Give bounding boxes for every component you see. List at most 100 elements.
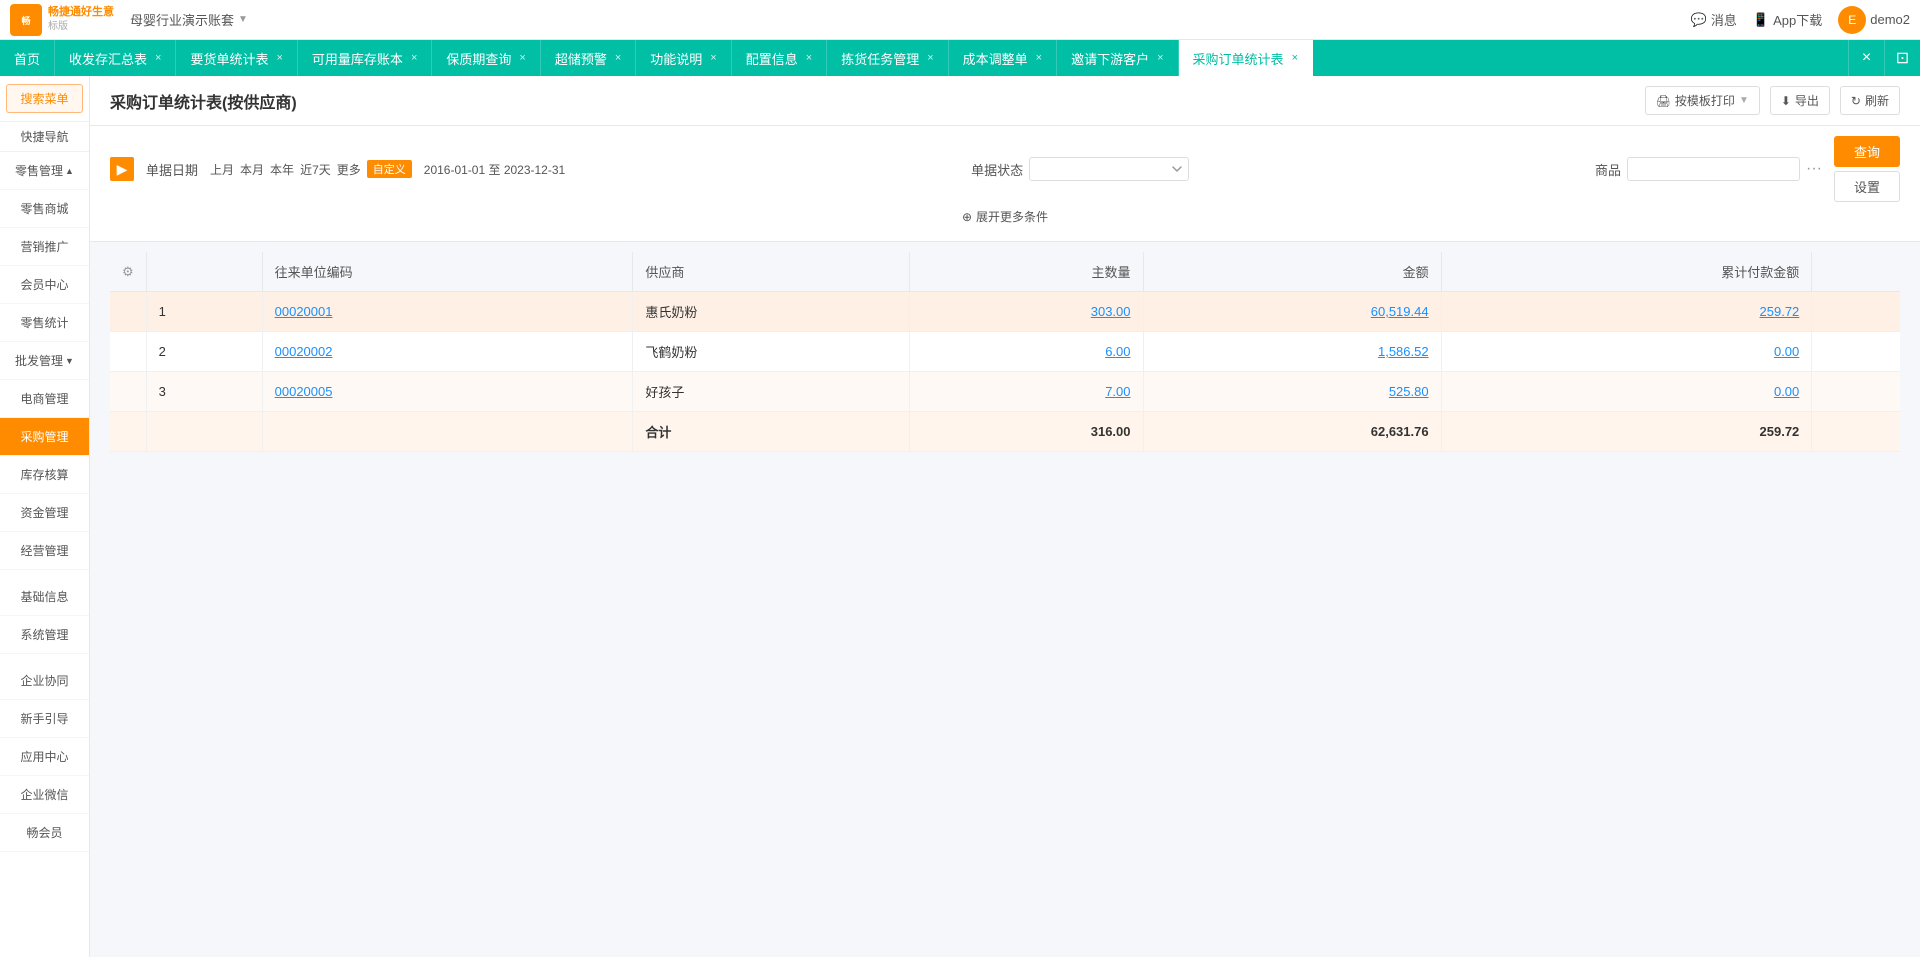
sidebar-item-member[interactable]: 畅会员 — [0, 814, 89, 852]
date-shortcut-this-year[interactable]: 本年 — [270, 161, 294, 178]
tab-function-desc-label: 功能说明 — [650, 49, 702, 68]
query-button[interactable]: 查询 — [1834, 136, 1900, 167]
workspace-selector[interactable]: 母婴行业演示账套 ▼ — [122, 10, 256, 29]
goods-more-icon[interactable]: ··· — [1806, 160, 1822, 178]
date-shortcut-last-month[interactable]: 上月 — [210, 161, 234, 178]
quick-nav-button[interactable]: 快捷导航 — [0, 122, 89, 152]
tab-picking-task[interactable]: 拣货任务管理 × — [827, 40, 948, 76]
unit-code-link-2[interactable]: 00020002 — [275, 344, 333, 359]
tab-config-info[interactable]: 配置信息 × — [732, 40, 827, 76]
sidebar-item-app-center[interactable]: 应用中心 — [0, 738, 89, 776]
main-qty-link-3[interactable]: 7.00 — [1105, 384, 1130, 399]
app-download-button[interactable]: 📱 App下载 — [1753, 10, 1822, 29]
unit-code-link-3[interactable]: 00020005 — [275, 384, 333, 399]
sidebar-item-wholesale-management[interactable]: 批发管理 ▼ — [0, 342, 89, 380]
tab-home[interactable]: 首页 — [0, 40, 55, 76]
filter-toggle-button[interactable]: ▶ — [110, 157, 134, 181]
paid-amount-link-3[interactable]: 0.00 — [1774, 384, 1799, 399]
th-amount: 金额 — [1143, 252, 1441, 292]
row-index: 3 — [146, 372, 262, 412]
sidebar-item-member-center[interactable]: 会员中心 — [0, 266, 89, 304]
sidebar-item-retail-mall-label: 零售商城 — [20, 202, 68, 216]
tab-purchase-order-summary[interactable]: 采购订单统计表 × — [1179, 40, 1313, 76]
sidebar-item-fund-management[interactable]: 资金管理 — [0, 494, 89, 532]
search-menu-button[interactable]: 搜索菜单 — [6, 84, 83, 113]
logo-subtext: 标版 — [48, 20, 114, 33]
sidebar-item-inventory-check[interactable]: 库存核算 — [0, 456, 89, 494]
sidebar: 搜索菜单 快捷导航 零售管理 ▲ 零售商城 营销推广 会员中心 零售统计 批发管… — [0, 76, 90, 957]
messages-label: 消息 — [1711, 10, 1737, 29]
row-empty — [1812, 292, 1900, 332]
tab-expiry-query[interactable]: 保质期查询 × — [432, 40, 540, 76]
th-paid-amount: 累计付款金额 — [1441, 252, 1812, 292]
main-qty-link-2[interactable]: 6.00 — [1105, 344, 1130, 359]
expand-more-button[interactable]: ⊕ 展开更多条件 — [110, 202, 1900, 231]
th-unit-code: 往来单位编码 — [262, 252, 633, 292]
export-button[interactable]: ⬇ 导出 — [1770, 86, 1830, 115]
tab-overstock[interactable]: 超储预警 × — [541, 40, 636, 76]
date-custom-tag[interactable]: 自定义 — [367, 160, 412, 178]
sidebar-item-app-center-label: 应用中心 — [20, 750, 68, 764]
tab-cost-adjust-label: 成本调整单 — [963, 49, 1028, 68]
row-amount: 1,586.52 — [1143, 332, 1441, 372]
sidebar-item-ecommerce[interactable]: 电商管理 — [0, 380, 89, 418]
row-main-qty: 7.00 — [910, 372, 1143, 412]
sidebar-item-basic-info[interactable]: 基础信息 — [0, 578, 89, 616]
table-row: 1 00020001 惠氏奶粉 303.00 60,519.44 259.72 — [110, 292, 1900, 332]
sidebar-item-system-management[interactable]: 系统管理 — [0, 616, 89, 654]
sidebar-search-area: 搜索菜单 — [0, 76, 89, 122]
amount-link[interactable]: 60,519.44 — [1371, 304, 1429, 319]
content-area: 采购订单统计表(按供应商) 🖨 按模板打印 ▼ ⬇ 导出 ↻ 刷新 — [90, 76, 1920, 957]
tab-picking-task-close[interactable]: × — [927, 53, 933, 64]
sidebar-item-marketing[interactable]: 营销推广 — [0, 228, 89, 266]
tab-order-summary-close[interactable]: × — [276, 53, 282, 64]
sidebar-item-enterprise-collab[interactable]: 企业协同 — [0, 662, 89, 700]
tab-invite-downstream[interactable]: 邀请下游客户 × — [1057, 40, 1178, 76]
tab-function-desc[interactable]: 功能说明 × — [636, 40, 731, 76]
tab-order-summary[interactable]: 要货单统计表 × — [176, 40, 297, 76]
tab-cost-adjust[interactable]: 成本调整单 × — [949, 40, 1057, 76]
date-shortcut-more[interactable]: 更多 — [337, 161, 361, 178]
paid-amount-link[interactable]: 259.72 — [1760, 304, 1800, 319]
tab-invite-downstream-close[interactable]: × — [1157, 53, 1163, 64]
sidebar-item-new-guide[interactable]: 新手引导 — [0, 700, 89, 738]
tab-inventory-book-close[interactable]: × — [411, 53, 417, 64]
goods-input[interactable] — [1627, 157, 1800, 181]
sidebar-item-operations[interactable]: 经营管理 — [0, 532, 89, 570]
tab-receive-summary-close[interactable]: × — [155, 53, 161, 64]
tab-overstock-close[interactable]: × — [615, 53, 621, 64]
date-shortcut-7days[interactable]: 近7天 — [300, 161, 331, 178]
nav-close-all-button[interactable]: × — [1848, 40, 1884, 76]
print-button[interactable]: 🖨 按模板打印 ▼ — [1645, 86, 1760, 115]
tab-inventory-book[interactable]: 可用量库存账本 × — [298, 40, 432, 76]
tab-receive-summary[interactable]: 收发存汇总表 × — [55, 40, 176, 76]
sidebar-item-enterprise-wechat[interactable]: 企业微信 — [0, 776, 89, 814]
main-qty-link[interactable]: 303.00 — [1091, 304, 1131, 319]
sidebar-item-retail-stats[interactable]: 零售统计 — [0, 304, 89, 342]
tab-purchase-order-summary-close[interactable]: × — [1292, 53, 1298, 64]
tab-expiry-query-close[interactable]: × — [519, 53, 525, 64]
sidebar-item-purchase-management[interactable]: 采购管理 — [0, 418, 89, 456]
tab-config-info-close[interactable]: × — [806, 53, 812, 64]
footer-main-qty: 316.00 — [910, 412, 1143, 452]
messages-button[interactable]: 💬 消息 — [1691, 10, 1737, 29]
logo-icon: 畅 — [10, 4, 42, 36]
footer-unit-code-cell — [262, 412, 633, 452]
gear-icon[interactable]: ⚙ — [122, 264, 134, 279]
settings-button[interactable]: 设置 — [1834, 171, 1900, 202]
paid-amount-link-2[interactable]: 0.00 — [1774, 344, 1799, 359]
sidebar-item-retail-mall[interactable]: 零售商城 — [0, 190, 89, 228]
row-supplier: 好孩子 — [633, 372, 910, 412]
unit-code-link[interactable]: 00020001 — [275, 304, 333, 319]
status-select[interactable] — [1029, 157, 1189, 181]
tab-cost-adjust-close[interactable]: × — [1036, 53, 1042, 64]
user-area[interactable]: E demo2 — [1838, 6, 1910, 34]
nav-expand-button[interactable]: ⊡ — [1884, 40, 1920, 76]
sidebar-item-inventory-check-label: 库存核算 — [20, 468, 68, 482]
amount-link-3[interactable]: 525.80 — [1389, 384, 1429, 399]
tab-function-desc-close[interactable]: × — [710, 53, 716, 64]
refresh-button[interactable]: ↻ 刷新 — [1840, 86, 1900, 115]
date-shortcut-this-month[interactable]: 本月 — [240, 161, 264, 178]
amount-link-2[interactable]: 1,586.52 — [1378, 344, 1429, 359]
sidebar-item-retail-management[interactable]: 零售管理 ▲ — [0, 152, 89, 190]
